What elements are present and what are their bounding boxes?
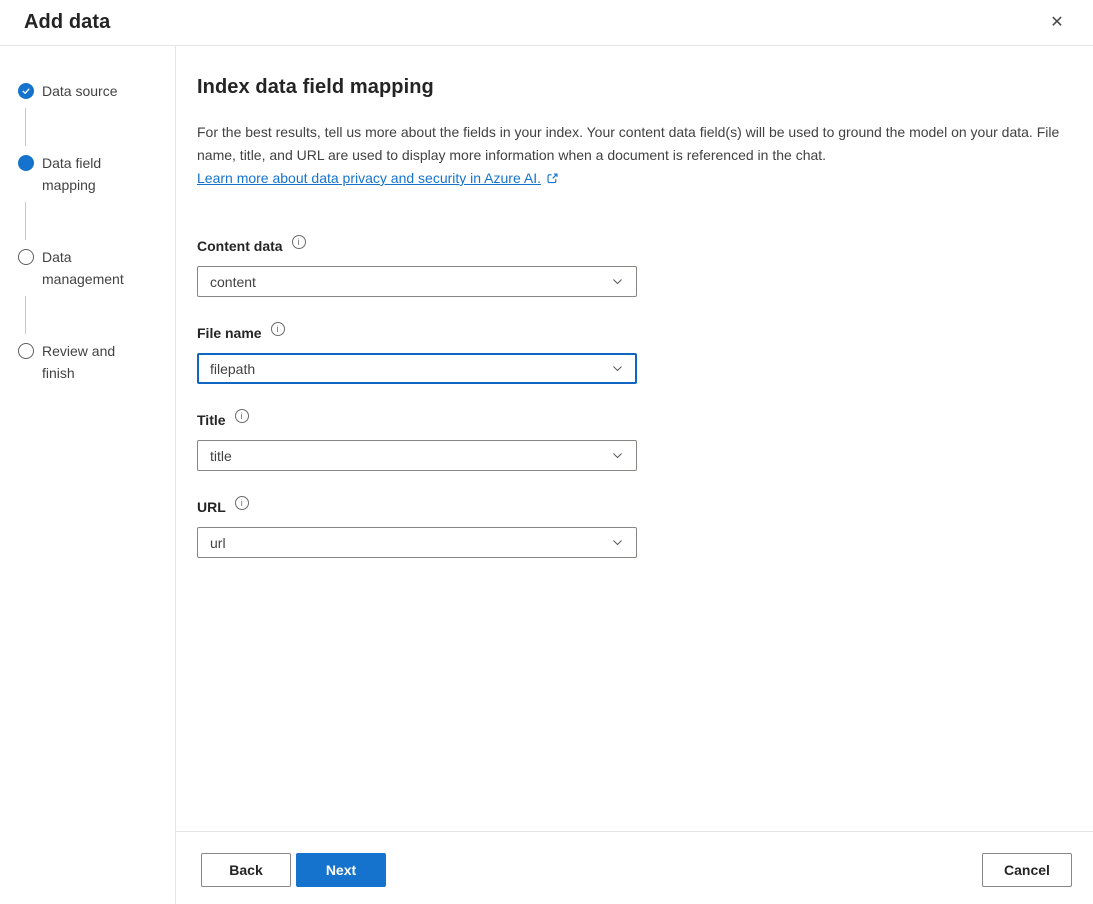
step-label: Data field mapping: [42, 155, 102, 193]
file-name-field: File name i filepath: [197, 322, 637, 384]
dialog-header: Add data ✕: [0, 0, 1093, 46]
step-label: Data management: [42, 249, 124, 287]
wizard-stepper: Data source Data field mapping Data mana…: [0, 46, 176, 904]
step-label: Data source: [42, 83, 118, 99]
chevron-down-icon: [613, 279, 622, 285]
step-connector: [25, 202, 26, 240]
url-field: URL i url: [197, 496, 637, 558]
url-value: url: [210, 534, 226, 551]
file-name-label: File name: [197, 325, 262, 341]
title-value: title: [210, 447, 232, 464]
add-data-dialog: Add data ✕ Data source Data field mappin…: [0, 0, 1093, 904]
info-icon[interactable]: i: [291, 235, 306, 249]
step-connector: [25, 108, 26, 146]
content-data-value: content: [210, 273, 256, 290]
url-dropdown[interactable]: url: [197, 527, 637, 558]
title-label: Title: [197, 412, 226, 428]
step-label: Review and finish: [42, 343, 116, 381]
close-button[interactable]: ✕: [1043, 9, 1071, 37]
field-mapping-form: Content data i content File name i filep…: [197, 235, 1071, 558]
chevron-down-icon: [613, 453, 622, 459]
dialog-title: Add data: [24, 11, 111, 33]
step-pending-icon: [18, 249, 34, 265]
title-field: Title i title: [197, 409, 637, 471]
file-name-value: filepath: [210, 360, 256, 377]
chevron-down-icon: [613, 540, 622, 546]
cancel-button[interactable]: Cancel: [982, 853, 1072, 887]
chevron-down-icon: [613, 366, 622, 372]
info-icon[interactable]: i: [270, 322, 285, 336]
content-data-dropdown[interactable]: content: [197, 266, 637, 297]
page-title: Index data field mapping: [197, 76, 434, 98]
step-completed-check-icon: [18, 83, 34, 99]
step-connector: [25, 296, 26, 334]
dialog-footer: Back Next Cancel: [176, 831, 1093, 904]
external-link-icon: [547, 173, 558, 184]
step-data-field-mapping[interactable]: Data field mapping: [18, 152, 175, 240]
learn-more-link[interactable]: Learn more about data privacy and securi…: [197, 167, 559, 190]
step-data-source[interactable]: Data source: [18, 80, 175, 146]
title-dropdown[interactable]: title: [197, 440, 637, 471]
info-icon[interactable]: i: [234, 409, 249, 423]
close-icon: ✕: [1050, 13, 1064, 31]
content-data-label: Content data: [197, 238, 283, 254]
step-active-icon: [18, 155, 34, 171]
step-pending-icon: [18, 343, 34, 359]
back-button[interactable]: Back: [201, 853, 291, 887]
content-data-field: Content data i content: [197, 235, 637, 297]
step-review-and-finish: Review and finish: [18, 340, 175, 384]
url-label: URL: [197, 499, 226, 515]
file-name-dropdown[interactable]: filepath: [197, 353, 637, 384]
info-icon[interactable]: i: [234, 496, 249, 510]
next-button[interactable]: Next: [296, 853, 386, 887]
description-text: For the best results, tell us more about…: [197, 124, 1060, 163]
step-data-management: Data management: [18, 246, 175, 334]
learn-more-link-text: Learn more about data privacy and securi…: [197, 170, 541, 186]
